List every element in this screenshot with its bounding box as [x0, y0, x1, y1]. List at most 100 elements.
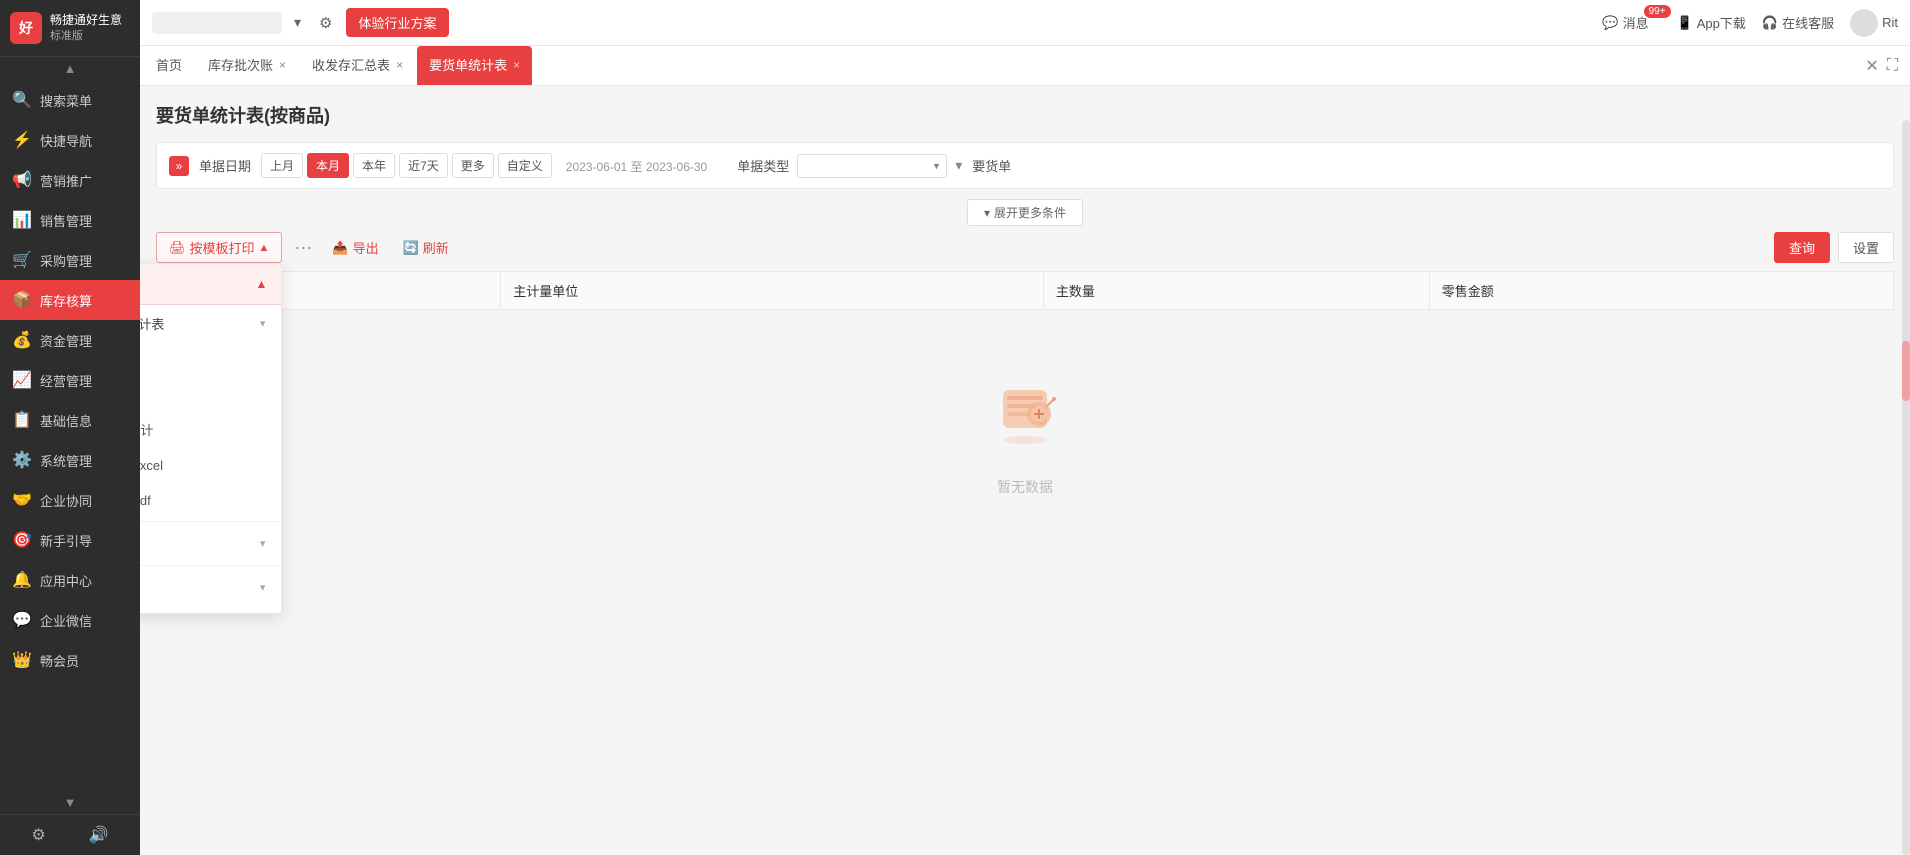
filter-type-section: 单据类型 ▾ [737, 154, 962, 178]
topbar-search-dropdown[interactable]: ▾ [290, 12, 305, 33]
toolbar-more-icon[interactable]: ··· [290, 237, 316, 258]
export-btn-label: 导出 [353, 238, 379, 257]
settings-button[interactable]: 设置 [1838, 232, 1894, 263]
data-table: ⚙ 商品 主计量单位 主数量 零售金额 [156, 271, 1894, 310]
messages-btn[interactable]: 💬 消息 99+ [1602, 13, 1660, 32]
print-panel-current[interactable]: 🖨 当前：要货单统计表 ▾ [140, 305, 281, 342]
print-panel-collapse-btn[interactable]: ▲ [256, 277, 268, 291]
filter-custom-date[interactable]: 自定义 [498, 153, 552, 178]
experience-button[interactable]: 体验行业方案 [346, 8, 448, 37]
print-panel-section-display[interactable]: 🖨 按显示打印 ▾ [140, 526, 281, 561]
export-icon: 📤 [332, 240, 348, 256]
set-default-chevron: ▾ [260, 581, 266, 594]
user-name: Rit [1882, 15, 1898, 30]
finance-icon: 💰 [12, 330, 32, 350]
filter-more-dates[interactable]: 更多 [452, 153, 494, 178]
sidebar-item-appstore[interactable]: 🔔 应用中心 [0, 560, 140, 600]
refresh-btn-label: 刷新 [423, 238, 449, 257]
phone-icon: 📱 [1677, 15, 1693, 31]
sidebar-item-enterprise[interactable]: 🤝 企业协同 [0, 480, 140, 520]
online-service-btn[interactable]: 🎧 在线客服 [1762, 13, 1834, 32]
right-scrollbar-thumb[interactable] [1902, 341, 1910, 401]
print-panel: 🖨 按模板打印 ▲ 🖨 当前：要货单统计表 ▾ 🖨 [140, 263, 282, 614]
sidebar-item-system[interactable]: ⚙️ 系统管理 [0, 440, 140, 480]
empty-illustration [985, 370, 1065, 450]
print-panel-section-default[interactable]: ⚙ 设置默认功能 ▾ [140, 570, 281, 605]
app-download-btn[interactable]: 📱 App下载 [1677, 13, 1746, 32]
online-service-label: 在线客服 [1782, 13, 1834, 32]
sidebar-item-marketing[interactable]: 📢 营销推广 [0, 160, 140, 200]
tab-home[interactable]: 首页 [144, 46, 194, 85]
topbar-gear-icon[interactable]: ⚙ [313, 12, 338, 34]
print-panel-item-template-design[interactable]: ✏ 模板自定义设计 [140, 412, 281, 447]
print-panel-current-label: 当前：要货单统计表 [140, 314, 164, 333]
print-panel-item-export-pdf[interactable]: 📄 按模板导出pdf [140, 482, 281, 517]
query-button[interactable]: 查询 [1774, 232, 1830, 263]
sidebar-item-inventory[interactable]: 📦 库存核算 [0, 280, 140, 320]
expand-more-button[interactable]: ▾ 展开更多条件 [967, 199, 1083, 226]
topbar-right: 💬 消息 99+ 📱 App下载 🎧 在线客服 Rit [1602, 9, 1898, 37]
app-logo-icon: 好 [10, 12, 42, 44]
tab-order-stats-close[interactable]: × [513, 58, 520, 72]
sidebar-item-basic[interactable]: 📋 基础信息 [0, 400, 140, 440]
col-quantity: 主数量 [1043, 272, 1429, 310]
wecom-icon: 💬 [12, 610, 32, 630]
filter-expand-icon[interactable]: » [169, 156, 189, 176]
tab-home-label: 首页 [156, 55, 182, 74]
sidebar-item-member[interactable]: 👑 畅会员 [0, 640, 140, 680]
print-panel-item-export-excel[interactable]: 📄 按模板导出excel [140, 447, 281, 482]
refresh-btn[interactable]: 🔄 刷新 [395, 233, 457, 262]
filter-date-range: 2023-06-01 至 2023-06-30 [566, 158, 707, 175]
page-title: 要货单统计表(按商品) [156, 102, 1894, 128]
filter-this-month[interactable]: 本月 [307, 153, 349, 178]
system-icon: ⚙️ [12, 450, 32, 470]
tab-order-stats[interactable]: 要货单统计表 × [417, 46, 532, 85]
sidebar-item-wecom[interactable]: 💬 企业微信 [0, 600, 140, 640]
sidebar-item-purchase[interactable]: 🛒 采购管理 [0, 240, 140, 280]
print-panel-header: 🖨 按模板打印 ▲ [140, 264, 281, 305]
print-panel-item-template-preview[interactable]: 👁 模板预览 [140, 377, 281, 412]
empty-text: 暂无数据 [997, 477, 1053, 497]
sidebar-volume-icon[interactable]: 🔊 [89, 825, 109, 845]
filter-type-select[interactable] [797, 154, 947, 178]
newbie-icon: 🎯 [12, 530, 32, 550]
filter-this-year[interactable]: 本年 [353, 153, 395, 178]
print-panel-item-template-print[interactable]: 🖨 模板打印 [140, 342, 281, 377]
tab-maximize-icon[interactable]: ⛶ [1887, 57, 1898, 75]
print-dropdown-btn[interactable]: 🖨 按模板打印 ▲ [156, 232, 282, 263]
right-scrollbar[interactable] [1902, 120, 1910, 855]
sidebar: 好 畅捷通好生意 标准版 ▲ 🔍 搜索菜单 ⚡ 快捷导航 📢 营销推广 📊 销售… [0, 0, 140, 855]
export-btn[interactable]: 📤 导出 [324, 233, 386, 262]
sidebar-menu: 🔍 搜索菜单 ⚡ 快捷导航 📢 营销推广 📊 销售管理 🛒 采购管理 📦 库存核… [0, 80, 140, 791]
tab-receipt-summary[interactable]: 收发存汇总表 × [300, 46, 415, 85]
filter-date-label: 单据日期 [199, 156, 251, 175]
topbar-search-input[interactable] [152, 12, 282, 34]
print-panel-divider-1 [140, 521, 281, 522]
tab-close-all-icon[interactable]: ✕ [1865, 56, 1878, 76]
tab-batch-account-close[interactable]: × [279, 58, 286, 72]
print-panel-divider-2 [140, 565, 281, 566]
printer-icon: 🖨 [169, 240, 186, 256]
col-retail-amount: 零售金额 [1429, 272, 1893, 310]
sidebar-settings-icon[interactable]: ⚙ [31, 825, 45, 845]
sidebar-scroll-up[interactable]: ▲ [0, 57, 140, 80]
operations-icon: 📈 [12, 370, 32, 390]
tab-batch-account[interactable]: 库存批次账 × [196, 46, 298, 85]
sidebar-scroll-down[interactable]: ▼ [0, 791, 140, 814]
sidebar-item-sales[interactable]: 📊 销售管理 [0, 200, 140, 240]
filter-last-month[interactable]: 上月 [261, 153, 303, 178]
sidebar-item-quick-nav[interactable]: ⚡ 快捷导航 [0, 120, 140, 160]
sidebar-item-operations[interactable]: 📈 经营管理 [0, 360, 140, 400]
sidebar-item-search[interactable]: 🔍 搜索菜单 [0, 80, 140, 120]
filter-last-7-days[interactable]: 近7天 [399, 153, 448, 178]
basic-icon: 📋 [12, 410, 32, 430]
main-area: ▾ ⚙ 体验行业方案 💬 消息 99+ 📱 App下载 🎧 在线客服 Rit [140, 0, 1910, 855]
user-avatar[interactable]: Rit [1850, 9, 1898, 37]
export-pdf-label: 按模板导出pdf [140, 490, 151, 509]
sales-icon: 📊 [12, 210, 32, 230]
sidebar-item-finance[interactable]: 💰 资金管理 [0, 320, 140, 360]
sidebar-item-newbie[interactable]: 🎯 新手引导 [0, 520, 140, 560]
export-excel-label: 按模板导出excel [140, 455, 163, 474]
template-design-label: 模板自定义设计 [140, 420, 153, 439]
tab-receipt-summary-close[interactable]: × [396, 58, 403, 72]
